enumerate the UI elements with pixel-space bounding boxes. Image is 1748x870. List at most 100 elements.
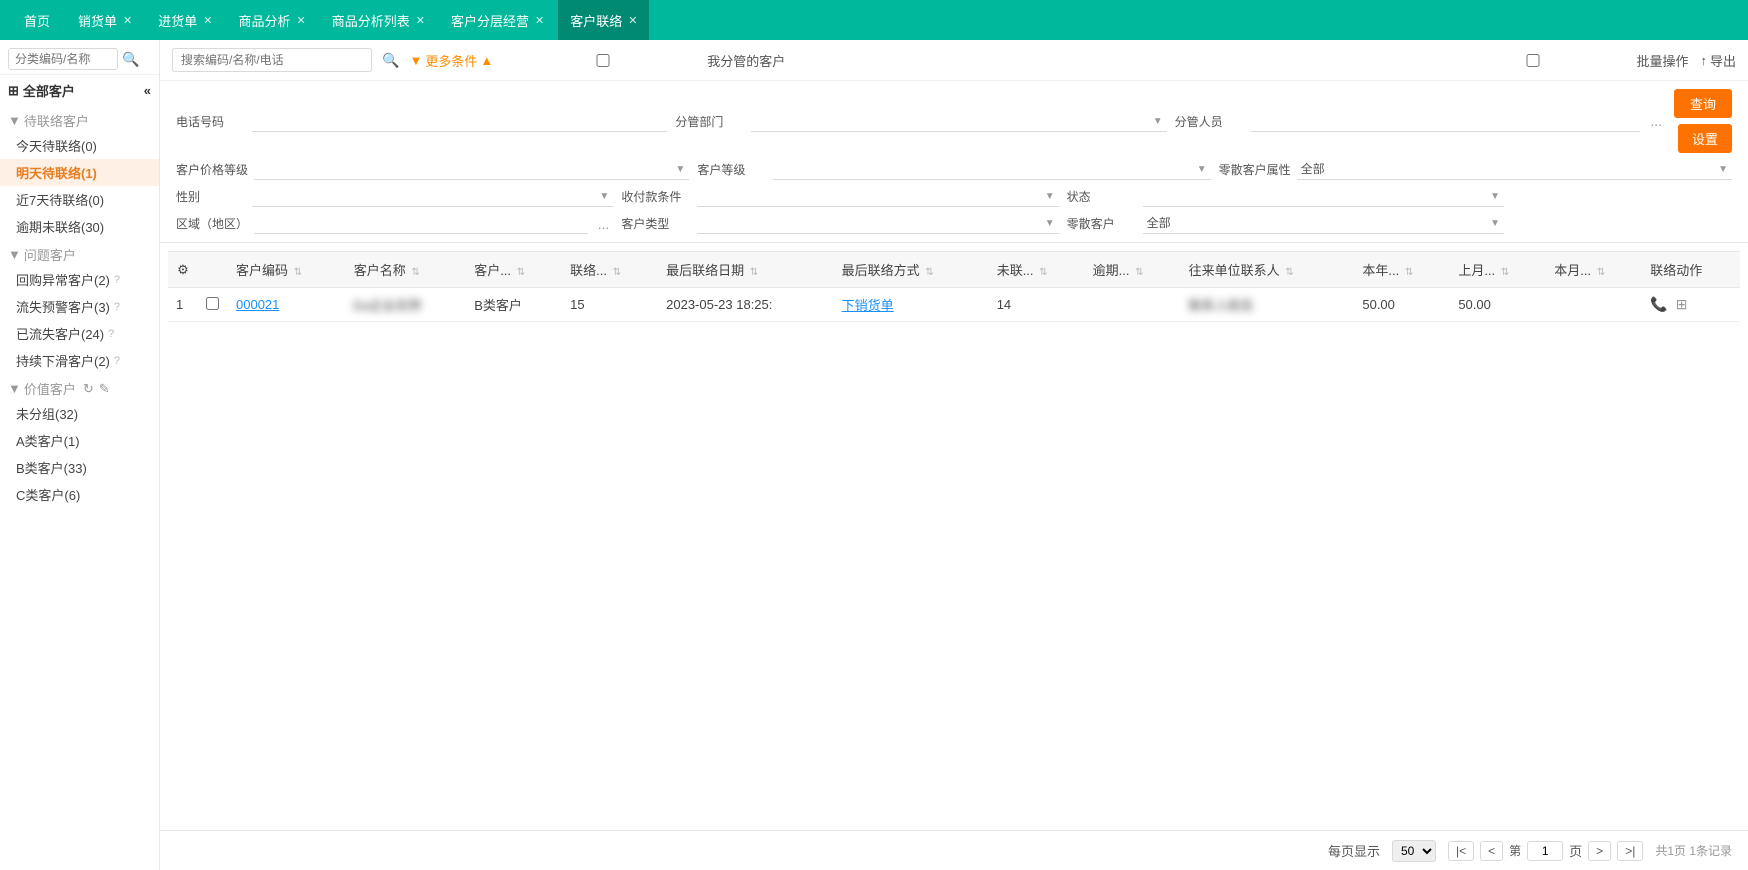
filter-row-2: 客户价格等级 ▼ 客户等级 ▼ 零散客户属性 bbox=[176, 159, 1732, 180]
sort-icon: ⇅ bbox=[925, 267, 933, 278]
search-input[interactable] bbox=[172, 48, 372, 72]
person-input[interactable] bbox=[1251, 111, 1641, 132]
phone-action-icon[interactable]: 📞 bbox=[1650, 296, 1667, 313]
filter-retail-customer: 零散客户 全部 ▼ bbox=[1067, 213, 1504, 234]
sidebar-item-declining[interactable]: 持续下滑客户(2) ? bbox=[0, 347, 159, 374]
close-icon[interactable]: ✕ bbox=[416, 14, 425, 27]
question-icon[interactable]: ? bbox=[114, 301, 120, 313]
sidebar-all-customers[interactable]: ⊞ 全部客户 « bbox=[0, 75, 159, 106]
phone-input[interactable] bbox=[252, 111, 667, 132]
nav-tab-product-list[interactable]: 商品分析列表 ✕ bbox=[320, 0, 437, 40]
status-wrap: ▼ bbox=[1143, 186, 1504, 207]
row-checkbox[interactable] bbox=[206, 297, 219, 310]
region-more-icon[interactable]: ... bbox=[594, 216, 614, 232]
col-uncontacted[interactable]: 未联... ⇅ bbox=[989, 252, 1085, 288]
main-layout: 🔍 ⊞ 全部客户 « ▼ 待联络客户 今天待联络(0) 明天待联络(1) 近7天… bbox=[0, 40, 1748, 870]
cust-level-select[interactable] bbox=[773, 159, 1210, 180]
question-icon[interactable]: ? bbox=[114, 355, 120, 367]
sidebar-item-lost-warning[interactable]: 流失预警客户(3) ? bbox=[0, 293, 159, 320]
cell-last-contact-method[interactable]: 下销货单 bbox=[834, 288, 989, 322]
close-icon[interactable]: ✕ bbox=[628, 14, 637, 27]
sidebar-item-abnormal-repurchase[interactable]: 回购异常客户(2) ? bbox=[0, 266, 159, 293]
first-page-button[interactable]: |< bbox=[1448, 841, 1474, 861]
nav-home[interactable]: 首页 bbox=[10, 0, 64, 40]
sidebar-item-today[interactable]: 今天待联络(0) bbox=[0, 132, 159, 159]
filter-row-3: 性别 ▼ 收付款条件 ▼ 状态 bbox=[176, 186, 1732, 207]
batch-checkbox[interactable] bbox=[1433, 54, 1633, 67]
refresh-icon[interactable]: ↻ bbox=[83, 381, 94, 397]
prev-page-button[interactable]: < bbox=[1480, 841, 1503, 861]
collapse-icon[interactable]: « bbox=[144, 83, 151, 98]
sidebar-item-lost[interactable]: 已流失客户(24) ? bbox=[0, 320, 159, 347]
region-input[interactable] bbox=[254, 213, 588, 234]
sidebar-item-class-b[interactable]: B类客户(33) bbox=[0, 454, 159, 481]
col-cust-type[interactable]: 客户... ⇅ bbox=[466, 252, 562, 288]
query-button[interactable]: 查询 bbox=[1674, 89, 1732, 118]
payment-select[interactable] bbox=[697, 186, 1058, 207]
nav-tab-product-analysis[interactable]: 商品分析 ✕ bbox=[226, 0, 317, 40]
batch-operation-button[interactable]: 批量操作 bbox=[1433, 51, 1688, 70]
sidebar-search-icon[interactable]: 🔍 bbox=[122, 51, 139, 68]
gender-select[interactable] bbox=[252, 186, 613, 207]
sort-icon: ⇅ bbox=[1597, 267, 1605, 278]
sidebar-item-class-c[interactable]: C类客户(6) bbox=[0, 481, 159, 508]
cell-last-contact-date: 2023-05-23 18:25: bbox=[658, 288, 834, 322]
close-icon[interactable]: ✕ bbox=[297, 14, 306, 27]
close-icon[interactable]: ✕ bbox=[123, 14, 132, 27]
col-last-contact-date[interactable]: 最后联络日期 ⇅ bbox=[658, 252, 834, 288]
nav-tab-customer-contact[interactable]: 客户联络 ✕ bbox=[558, 0, 649, 40]
col-overdue[interactable]: 逾期... ⇅ bbox=[1085, 252, 1181, 288]
question-icon[interactable]: ? bbox=[108, 328, 114, 340]
grid-icon: ⊞ bbox=[8, 83, 19, 99]
my-customers-check[interactable] bbox=[503, 54, 703, 67]
last-page-button[interactable]: >| bbox=[1617, 841, 1643, 861]
person-more-icon[interactable]: ... bbox=[1646, 113, 1666, 129]
col-last-month[interactable]: 上月... ⇅ bbox=[1450, 252, 1546, 288]
next-page-button[interactable]: > bbox=[1588, 841, 1611, 861]
retail-customer-select[interactable]: 全部 bbox=[1143, 213, 1504, 234]
col-last-contact-method[interactable]: 最后联络方式 ⇅ bbox=[834, 252, 989, 288]
dept-select[interactable] bbox=[751, 111, 1166, 132]
per-page-label: 每页显示 bbox=[1328, 841, 1380, 860]
nav-tab-sales[interactable]: 销货单 ✕ bbox=[66, 0, 144, 40]
export-icon: ↑ bbox=[1700, 53, 1707, 68]
col-cust-code[interactable]: 客户编码 ⇅ bbox=[228, 252, 346, 288]
retail-attr-select[interactable]: 全部 bbox=[1297, 159, 1732, 180]
edit-icon[interactable]: ✎ bbox=[99, 381, 110, 397]
close-icon[interactable]: ✕ bbox=[535, 14, 544, 27]
grid-action-icon[interactable]: ⊞ bbox=[1676, 296, 1688, 313]
cust-type-select[interactable] bbox=[697, 213, 1058, 234]
settings-col-header[interactable]: ⚙ bbox=[168, 252, 198, 288]
col-unit-contact[interactable]: 往来单位联系人 ⇅ bbox=[1181, 252, 1355, 288]
sidebar-item-ungrouped[interactable]: 未分组(32) bbox=[0, 400, 159, 427]
settings-button[interactable]: 设置 bbox=[1678, 124, 1732, 153]
content-area: 🔍 ▼ 更多条件 ▲ 我分管的客户 批量操作 ↑ 导出 bbox=[160, 40, 1748, 870]
sidebar-item-overdue[interactable]: 逾期未联络(30) bbox=[0, 213, 159, 240]
sidebar-search-input[interactable] bbox=[8, 48, 118, 70]
sidebar-group-value: ▼ 价值客户 ↻ ✎ bbox=[0, 374, 159, 400]
status-select[interactable] bbox=[1143, 186, 1504, 207]
cell-contact: 15 bbox=[562, 288, 658, 322]
col-cust-name[interactable]: 客户名称 ⇅ bbox=[346, 252, 466, 288]
page-size-select[interactable]: 50 bbox=[1392, 840, 1436, 862]
sidebar-item-class-a[interactable]: A类客户(1) bbox=[0, 427, 159, 454]
more-conditions-button[interactable]: ▼ 更多条件 ▲ bbox=[409, 51, 493, 70]
close-icon[interactable]: ✕ bbox=[203, 14, 212, 27]
search-button[interactable]: 🔍 bbox=[382, 52, 399, 69]
page-number-input[interactable] bbox=[1527, 841, 1563, 861]
my-customers-checkbox[interactable]: 我分管的客户 bbox=[503, 51, 785, 70]
nav-tab-purchase[interactable]: 进货单 ✕ bbox=[146, 0, 224, 40]
col-this-month[interactable]: 本月... ⇅ bbox=[1546, 252, 1642, 288]
export-button[interactable]: ↑ 导出 bbox=[1700, 51, 1736, 70]
cell-cust-code[interactable]: 000021 bbox=[228, 288, 346, 322]
price-level-select[interactable] bbox=[254, 159, 689, 180]
cell-checkbox[interactable] bbox=[198, 288, 228, 322]
nav-tab-customer-tier[interactable]: 客户分层经营 ✕ bbox=[439, 0, 556, 40]
sidebar-item-7days[interactable]: 近7天待联络(0) bbox=[0, 186, 159, 213]
question-icon[interactable]: ? bbox=[114, 274, 120, 286]
sidebar-item-tomorrow[interactable]: 明天待联络(1) bbox=[0, 159, 159, 186]
col-this-year[interactable]: 本年... ⇅ bbox=[1354, 252, 1450, 288]
col-contact[interactable]: 联络... ⇅ bbox=[562, 252, 658, 288]
filter-region: 区域（地区） ... bbox=[176, 213, 613, 234]
sidebar: 🔍 ⊞ 全部客户 « ▼ 待联络客户 今天待联络(0) 明天待联络(1) 近7天… bbox=[0, 40, 160, 870]
